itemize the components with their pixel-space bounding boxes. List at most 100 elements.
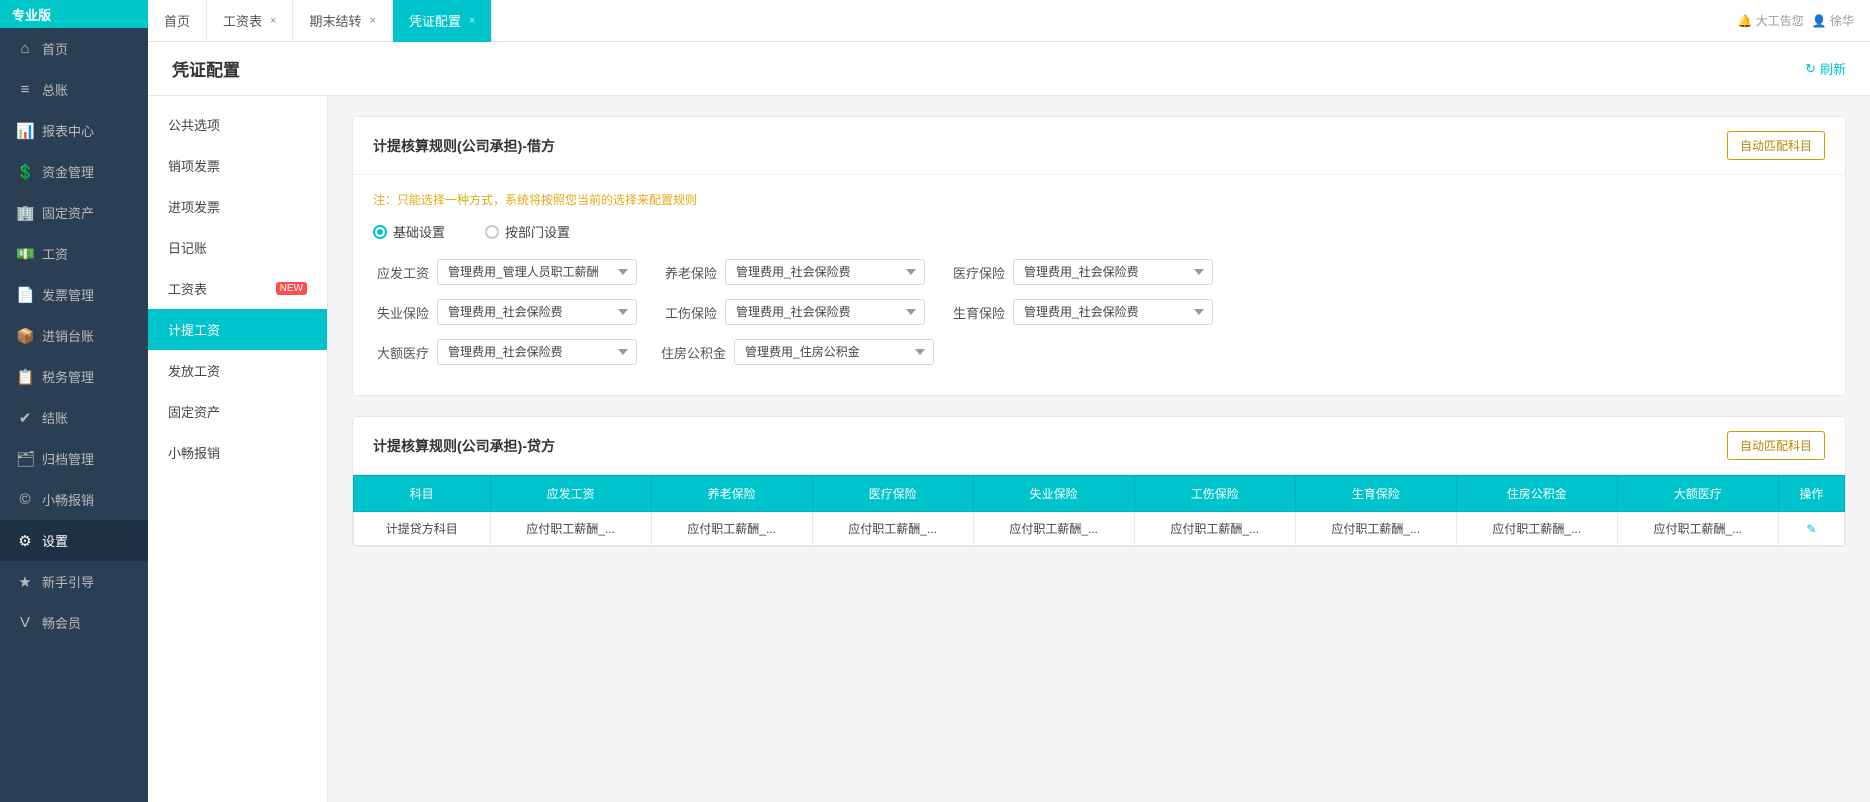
sidebar-item-funds[interactable]: 💲 资金管理 [0, 151, 148, 192]
col-pension: 养老保险 [651, 476, 812, 512]
edit-icon: ✎ [1806, 522, 1816, 536]
radio-dept-circle [485, 225, 499, 239]
closing-icon: ✔ [16, 409, 34, 427]
section-credit: 计提核算规则(公司承担)-贷方 自动匹配科目 科目 应发工资 养老保险 医疗保险 [352, 416, 1846, 547]
row-edit-action[interactable]: ✎ [1778, 512, 1844, 546]
invoice-icon: 📄 [16, 286, 34, 304]
col-action: 操作 [1778, 476, 1844, 512]
wage-select[interactable]: 管理费用_管理人员职工薪酬 [437, 259, 637, 285]
close-voucher-config-tab[interactable]: × [469, 15, 475, 27]
content-body: 公共选项 销项发票 进项发票 日记账 工资表 NEW 计提工资 [148, 96, 1870, 802]
main-area: 首页 工资表 × 期末结转 × 凭证配置 × 🔔 大工告您 👤 徐华 凭证配置 … [148, 0, 1870, 802]
assets-icon: 🏢 [16, 204, 34, 222]
sidebar-item-settings[interactable]: ⚙ 设置 [0, 520, 148, 561]
major-medical-select[interactable]: 管理费用_社会保险费 [437, 339, 637, 365]
row-subject: 计提贷方科目 [354, 512, 491, 546]
radio-dept[interactable]: 按部门设置 [485, 222, 570, 241]
housing-fund-label: 住房公积金 [661, 343, 726, 362]
left-nav-salary-table[interactable]: 工资表 NEW [148, 268, 327, 309]
sidebar-item-vip[interactable]: V 畅会员 [0, 602, 148, 643]
unemployment-label: 失业保险 [373, 303, 429, 322]
left-nav-input-invoice[interactable]: 进项发票 [148, 186, 327, 227]
row-medical: 应付职工薪酬_... [812, 512, 973, 546]
field-wage: 应发工资 管理费用_管理人员职工薪酬 [373, 259, 637, 285]
col-wage: 应发工资 [490, 476, 651, 512]
col-injury: 工伤保险 [1134, 476, 1295, 512]
radio-basic[interactable]: 基础设置 [373, 222, 445, 241]
tab-salary-table[interactable]: 工资表 × [207, 0, 293, 42]
row-injury: 应付职工薪酬_... [1134, 512, 1295, 546]
maternity-label: 生育保险 [949, 303, 1005, 322]
field-pension: 养老保险 管理费用_社会保险费 [661, 259, 925, 285]
field-injury: 工伤保险 管理费用_社会保险费 [661, 299, 925, 325]
col-maternity: 生育保险 [1295, 476, 1456, 512]
unemployment-select[interactable]: 管理费用_社会保险费 [437, 299, 637, 325]
vip-icon: V [16, 614, 34, 631]
sidebar-item-invoice[interactable]: 📄 发票管理 [0, 274, 148, 315]
tab-period-close[interactable]: 期末结转 × [293, 0, 392, 42]
tab-voucher-config[interactable]: 凭证配置 × [393, 0, 492, 42]
left-nav-public[interactable]: 公共选项 [148, 104, 327, 145]
row-maternity: 应付职工薪酬_... [1295, 512, 1456, 546]
major-medical-label: 大额医疗 [373, 343, 429, 362]
page-title: 凭证配置 [172, 56, 240, 81]
injury-label: 工伤保险 [661, 303, 717, 322]
sidebar-item-ledger[interactable]: ≡ 总账 [0, 69, 148, 110]
ledger-icon: ≡ [16, 81, 34, 98]
auto-match-credit-button[interactable]: 自动匹配科目 [1727, 431, 1825, 460]
pension-select[interactable]: 管理费用_社会保险费 [725, 259, 925, 285]
sidebar-item-closing[interactable]: ✔ 结账 [0, 397, 148, 438]
tab-bar: 首页 工资表 × 期末结转 × 凭证配置 × 🔔 大工告您 👤 徐华 [148, 0, 1870, 42]
left-nav-expense[interactable]: 小畅报销 [148, 432, 327, 473]
form-row-2: 失业保险 管理费用_社会保险费 工伤保险 管理费用_社会保险费 [373, 299, 1825, 325]
left-nav-calc-salary[interactable]: 计提工资 [148, 309, 327, 350]
app-logo: 专业版 [0, 0, 148, 28]
tax-icon: 📋 [16, 368, 34, 386]
sidebar-item-guide[interactable]: ★ 新手引导 [0, 561, 148, 602]
table-header-row: 科目 应发工资 养老保险 医疗保险 失业保险 工伤保险 生育保险 住房公积金 大… [354, 476, 1845, 512]
sidebar-item-inventory[interactable]: 📦 进销台账 [0, 315, 148, 356]
wage-label: 应发工资 [373, 263, 429, 282]
maternity-select[interactable]: 管理费用_社会保险费 [1013, 299, 1213, 325]
reports-icon: 📊 [16, 122, 34, 140]
left-nav-red-invoice[interactable]: 销项发票 [148, 145, 327, 186]
sidebar-item-reports[interactable]: 📊 报表中心 [0, 110, 148, 151]
refresh-icon: ↻ [1805, 61, 1816, 77]
close-period-close-tab[interactable]: × [369, 15, 375, 27]
col-subject: 科目 [354, 476, 491, 512]
credit-table: 科目 应发工资 养老保险 医疗保险 失业保险 工伤保险 生育保险 住房公积金 大… [353, 475, 1845, 546]
sidebar-item-xiaochang[interactable]: © 小畅报销 [0, 479, 148, 520]
left-nav-fixed-assets[interactable]: 固定资产 [148, 391, 327, 432]
col-major-medical: 大额医疗 [1617, 476, 1778, 512]
sidebar-item-archive[interactable]: 🗂 归档管理 [0, 438, 148, 479]
col-unemployment: 失业保险 [973, 476, 1134, 512]
left-nav-journal[interactable]: 日记账 [148, 227, 327, 268]
radio-basic-circle [373, 225, 387, 239]
guide-icon: ★ [16, 573, 34, 591]
archive-icon: 🗂 [16, 450, 34, 468]
sidebar-item-tax[interactable]: 📋 税务管理 [0, 356, 148, 397]
xiaochang-icon: © [16, 491, 34, 508]
close-salary-table-tab[interactable]: × [270, 15, 276, 27]
home-icon: ⌂ [16, 40, 34, 57]
sidebar: 专业版 ⌂ 首页 ≡ 总账 📊 报表中心 💲 资金管理 🏢 固定资产 💵 工资 … [0, 0, 148, 802]
medical-select[interactable]: 管理费用_社会保险费 [1013, 259, 1213, 285]
col-housing-fund: 住房公积金 [1456, 476, 1617, 512]
tab-home[interactable]: 首页 [148, 0, 207, 42]
sidebar-item-home[interactable]: ⌂ 首页 [0, 28, 148, 69]
section-debit-body: 注：只能选择一种方式，系统将按照您当前的选择来配置规则 基础设置 按部门设置 [353, 175, 1845, 395]
auto-match-debit-button[interactable]: 自动匹配科目 [1727, 131, 1825, 160]
sidebar-item-assets[interactable]: 🏢 固定资产 [0, 192, 148, 233]
refresh-button[interactable]: ↻ 刷新 [1805, 59, 1846, 78]
housing-fund-select[interactable]: 管理费用_住房公积金 [734, 339, 934, 365]
sidebar-item-salary[interactable]: 💵 工资 [0, 233, 148, 274]
injury-select[interactable]: 管理费用_社会保险费 [725, 299, 925, 325]
settings-icon: ⚙ [16, 532, 34, 550]
table-row: 计提贷方科目 应付职工薪酬_... 应付职工薪酬_... 应付职工薪酬_... … [354, 512, 1845, 546]
notice-text: 注：只能选择一种方式，系统将按照您当前的选择来配置规则 [373, 191, 1825, 208]
left-nav: 公共选项 销项发票 进项发票 日记账 工资表 NEW 计提工资 [148, 96, 328, 802]
page-header: 凭证配置 ↻ 刷新 [148, 42, 1870, 96]
row-wage: 应付职工薪酬_... [490, 512, 651, 546]
form-row-3: 大额医疗 管理费用_社会保险费 住房公积金 管理费用_住房公积金 [373, 339, 1825, 365]
left-nav-pay-salary[interactable]: 发放工资 [148, 350, 327, 391]
